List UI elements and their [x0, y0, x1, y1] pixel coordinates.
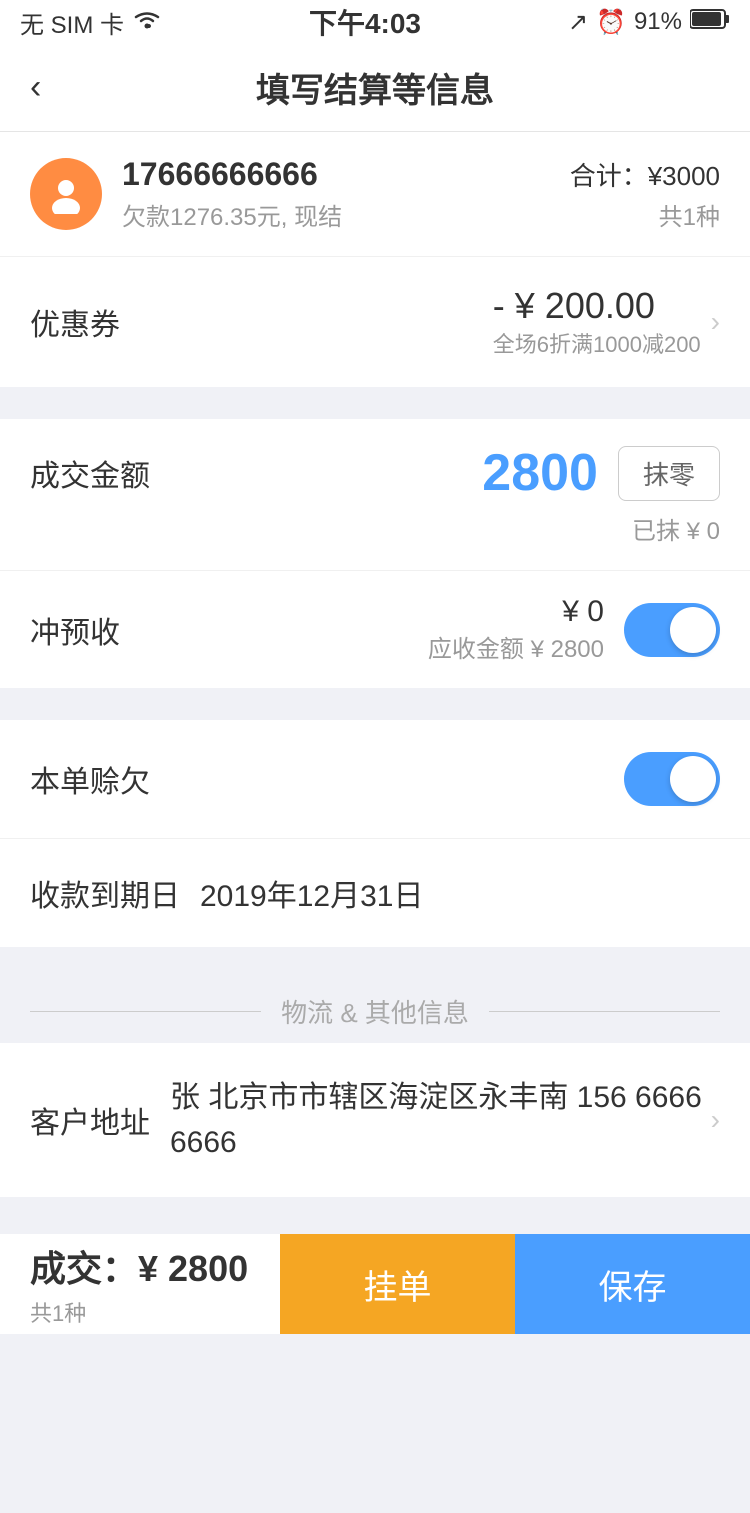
footer-deal-amount: ¥ 2800	[138, 1248, 248, 1289]
battery-level: 91%	[634, 8, 682, 36]
coupon-desc: 全场6折满1000减200	[493, 327, 701, 359]
save-button[interactable]: 保存	[515, 1234, 750, 1334]
chevron-right-icon: ›	[711, 306, 720, 338]
customer-right: 合计：¥3000 共1种	[570, 156, 720, 232]
coupon-right: - ¥ 200.00 全场6折满1000减200 ›	[493, 285, 720, 359]
location-icon: ↗	[568, 8, 588, 37]
customer-info: 17666666666 欠款1276.35元, 现结	[122, 156, 342, 232]
coupon-row[interactable]: 优惠券 - ¥ 200.00 全场6折满1000减200 ›	[0, 256, 750, 387]
credit-toggle-knob	[670, 756, 716, 802]
footer-deal-label: 成交：	[30, 1248, 138, 1289]
address-label: 客户地址	[30, 1098, 150, 1142]
section-divider-1	[0, 403, 750, 419]
amount-sub: 已抹 ¥ 0	[632, 518, 720, 545]
customer-debt: 欠款1276.35元, 现结	[122, 197, 342, 232]
page-title: 填写结算等信息	[256, 63, 494, 112]
back-button[interactable]: ‹	[30, 68, 41, 107]
battery-icon	[690, 8, 730, 37]
section-divider-3	[0, 963, 750, 979]
prepay-right: ¥ 0 应收金额 ¥ 2800	[428, 595, 720, 664]
amount-label: 成交金额	[30, 451, 150, 495]
footer-total: 成交：¥ 2800	[30, 1240, 250, 1292]
customer-row: 17666666666 欠款1276.35元, 现结 合计：¥3000 共1种	[0, 132, 750, 256]
credit-label: 本单赊欠	[30, 757, 150, 801]
due-label: 收款到期日	[30, 871, 180, 915]
section-divider-2	[0, 704, 750, 720]
alarm-icon: ⏰	[596, 8, 626, 37]
credit-section: 本单赊欠 收款到期日 2019年12月31日	[0, 720, 750, 947]
prepay-label: 冲预收	[30, 608, 120, 652]
prepay-row: 冲预收 ¥ 0 应收金额 ¥ 2800	[0, 570, 750, 688]
address-section[interactable]: 客户地址 张 北京市市辖区海淀区永丰南 156 6666 6666 ›	[0, 1043, 750, 1197]
footer-spacer	[0, 1413, 750, 1513]
logistics-divider: 物流 & 其他信息	[0, 979, 750, 1043]
customer-left: 17666666666 欠款1276.35元, 现结	[30, 156, 342, 232]
address-chevron-icon: ›	[711, 1104, 720, 1136]
due-value: 2019年12月31日	[200, 871, 423, 915]
round-button[interactable]: 抹零	[618, 446, 720, 501]
avatar	[30, 158, 102, 230]
coupon-label: 优惠券	[30, 300, 120, 344]
prepay-amount: ¥ 0	[428, 595, 604, 629]
customer-phone: 17666666666	[122, 156, 342, 193]
footer-info: 成交：¥ 2800 共1种	[0, 1240, 280, 1328]
footer-count: 共1种	[30, 1296, 250, 1328]
amount-right: 2800 抹零	[482, 443, 720, 503]
total-count: 共1种	[570, 197, 720, 232]
amount-row: 成交金额 2800 抹零	[30, 443, 720, 503]
credit-toggle[interactable]	[624, 752, 720, 806]
toggle-knob	[670, 607, 716, 653]
prepay-sub: 应收金额 ¥ 2800	[428, 629, 604, 664]
footer: 成交：¥ 2800 共1种 挂单 保存	[0, 1234, 750, 1334]
amount-section: 成交金额 2800 抹零 已抹 ¥ 0 冲预收 ¥ 0 应收金额 ¥ 2800	[0, 419, 750, 688]
customer-section: 17666666666 欠款1276.35元, 现结 合计：¥3000 共1种 …	[0, 132, 750, 387]
status-bar: 无 SIM 卡 下午4:03 ↗ ⏰ 91%	[0, 0, 750, 44]
credit-row: 本单赊欠	[0, 720, 750, 838]
address-row[interactable]: 客户地址 张 北京市市辖区海淀区永丰南 156 6666 6666 ›	[0, 1043, 750, 1197]
wifi-icon	[132, 8, 162, 37]
amount-value: 2800	[482, 443, 598, 503]
due-row: 收款到期日 2019年12月31日	[0, 838, 750, 947]
coupon-amount: - ¥ 200.00	[493, 285, 701, 327]
total-label: 合计：¥3000	[570, 156, 720, 193]
status-left: 无 SIM 卡	[20, 5, 162, 40]
prepay-amount-block: ¥ 0 应收金额 ¥ 2800	[428, 595, 604, 664]
prepay-toggle[interactable]	[624, 603, 720, 657]
amount-row-container: 成交金额 2800 抹零 已抹 ¥ 0	[0, 419, 750, 570]
status-right: ↗ ⏰ 91%	[568, 8, 730, 37]
page-header: ‹ 填写结算等信息	[0, 44, 750, 132]
address-value: 张 北京市市辖区海淀区永丰南 156 6666 6666	[170, 1075, 711, 1165]
hold-button[interactable]: 挂单	[280, 1234, 515, 1334]
sim-status: 无 SIM 卡	[20, 5, 124, 40]
status-time: 下午4:03	[309, 2, 421, 42]
logistics-text: 物流 & 其他信息	[261, 993, 489, 1030]
coupon-info: - ¥ 200.00 全场6折满1000减200	[493, 285, 701, 359]
